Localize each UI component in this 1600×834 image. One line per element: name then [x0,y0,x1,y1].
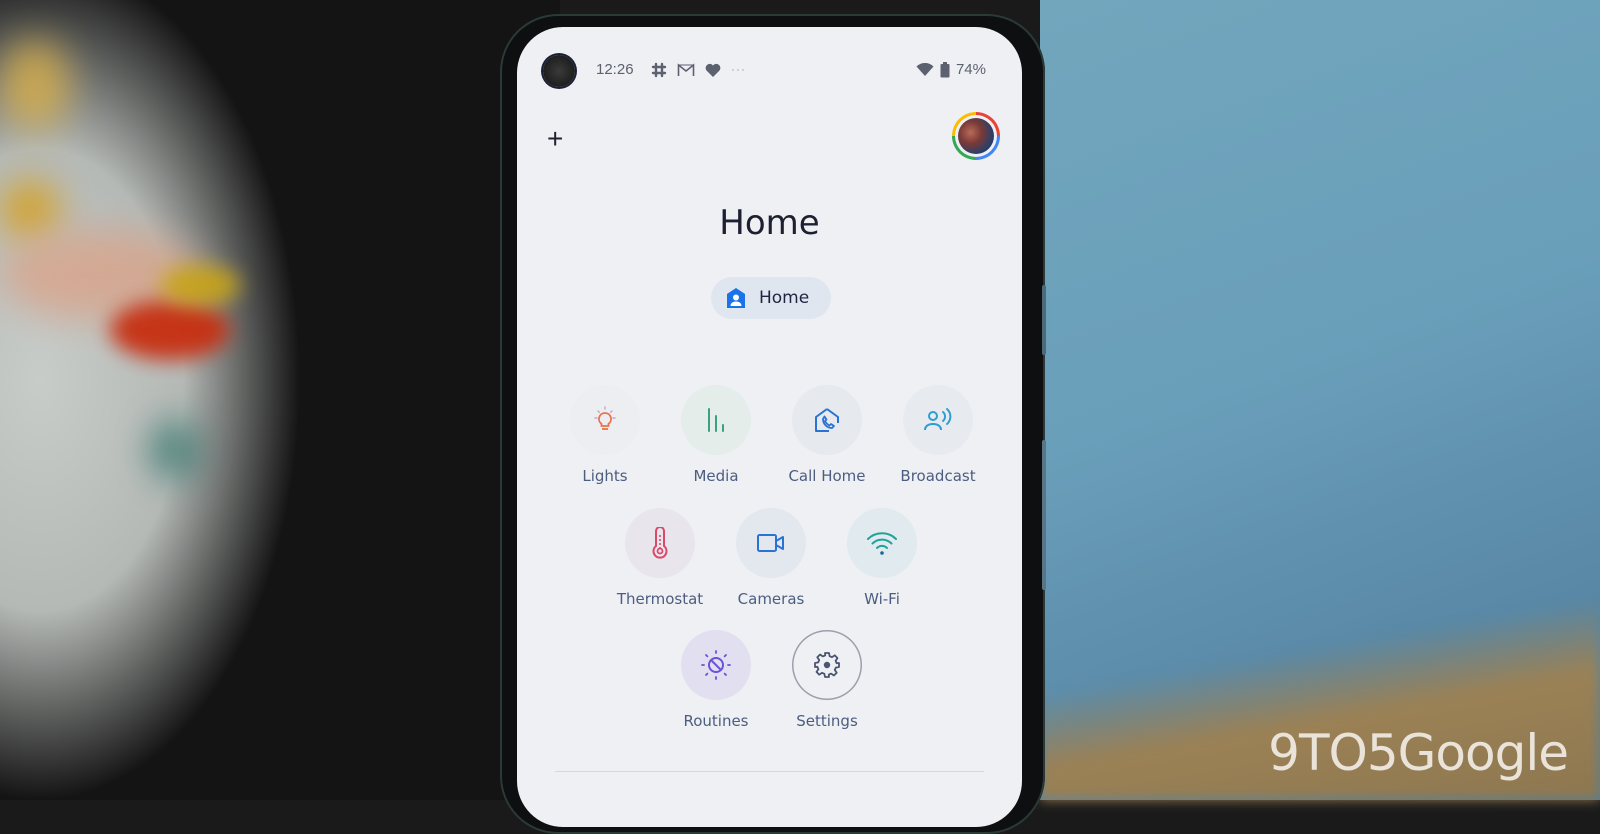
tile-routines-label: Routines [683,712,749,730]
tile-thermostat-circle [625,508,695,578]
phone-screen: 12:26 74% + Home Home Lights Media Call … [517,27,1022,827]
tile-broadcast-label: Broadcast [900,467,976,485]
background-blurred-object [0,0,560,800]
watermark: 9TO5Google [1268,724,1569,782]
power-button [1042,285,1046,355]
tile-cameras[interactable]: Cameras [716,508,826,608]
tile-thermostat[interactable]: Thermostat [605,508,715,608]
tile-wifi-circle [847,508,917,578]
tile-broadcast[interactable]: Broadcast [883,385,993,485]
tile-broadcast-circle [903,385,973,455]
status-right: 74% [916,61,986,78]
gear-icon [814,652,840,678]
tile-cameras-label: Cameras [737,590,805,608]
status-time: 12:26 [596,61,634,78]
home-selector-label: Home [759,288,810,308]
tile-settings-label: Settings [796,712,858,730]
lightbulb-icon [594,406,616,430]
home-person-icon [727,288,745,308]
background-blob-yellow [0,40,70,130]
tile-thermostat-label: Thermostat [616,590,704,608]
tile-routines-circle [681,630,751,700]
battery-percent: 74% [955,61,986,78]
slack-icon [651,62,667,78]
background-blob-teal [150,420,200,480]
background-blob-gold [160,265,240,305]
tile-call-home-circle [792,385,862,455]
dots-icon [732,69,744,71]
notification-icons [651,62,745,78]
tile-cameras-circle [736,508,806,578]
media-bars-icon [708,408,724,432]
tile-call-home[interactable]: Call Home [772,385,882,485]
tile-wifi-label: Wi-Fi [864,590,900,608]
tile-media-label: Media [693,467,739,485]
tile-settings-circle [792,630,862,700]
section-divider [555,771,984,772]
volume-button [1042,440,1046,590]
tile-lights-label: Lights [582,467,628,485]
broadcast-icon [924,408,952,431]
video-camera-icon [757,534,784,552]
avatar-photo [958,118,994,154]
wifi-icon [867,532,897,555]
heart-icon [705,63,721,77]
routines-icon [701,650,731,680]
wifi-icon [916,62,934,76]
profile-avatar[interactable] [952,112,1000,160]
home-selector-chip[interactable]: Home [711,277,831,319]
tile-lights[interactable]: Lights [550,385,660,485]
page-title: Home [719,203,820,243]
tile-call-home-label: Call Home [788,467,866,485]
background-blob-orange [0,180,60,240]
tile-settings[interactable]: Settings [772,630,882,730]
tile-media-circle [681,385,751,455]
gmail-icon [677,63,695,76]
background-blob-red [110,300,230,360]
tile-lights-circle [570,385,640,455]
thermometer-icon [652,527,668,559]
add-button[interactable]: + [547,125,563,153]
call-home-icon [815,408,839,432]
battery-icon [940,61,950,77]
tile-media[interactable]: Media [661,385,771,485]
tile-routines[interactable]: Routines [661,630,771,730]
tile-wifi[interactable]: Wi-Fi [827,508,937,608]
front-camera [543,55,575,87]
